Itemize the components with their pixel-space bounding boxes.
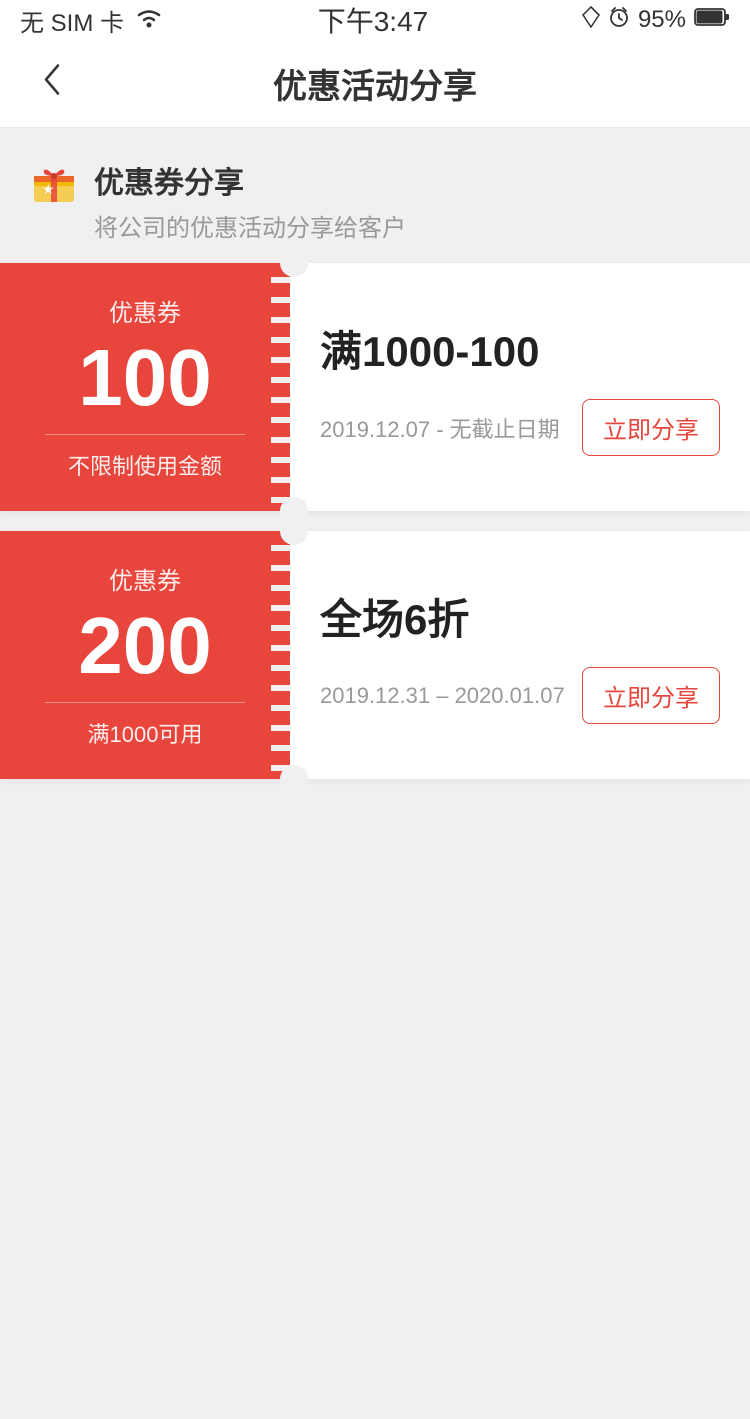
- coupon-card-1: 优惠券 100 不限制使用金额 满1000-100 2019.12.07 - 无…: [0, 263, 750, 511]
- battery-percent: 95%: [638, 6, 686, 34]
- section-text: 优惠券分享 将公司的优惠活动分享给客户: [94, 158, 406, 243]
- coupon-list: 优惠券 100 不限制使用金额 满1000-100 2019.12.07 - 无…: [0, 263, 750, 819]
- section-header: ★ 优惠券分享 将公司的优惠活动分享给客户: [0, 128, 750, 263]
- status-right: 95%: [582, 6, 730, 35]
- coupon-name-2: 全场6折: [320, 586, 720, 647]
- location-icon: [582, 6, 600, 35]
- coupon-condition-1: 不限制使用金额: [68, 449, 222, 481]
- coupon-card-2: 优惠券 200 满1000可用 全场6折 2019.12.31 – 2020.0…: [0, 531, 750, 779]
- coupon-left-2: 优惠券 200 满1000可用: [0, 531, 290, 779]
- coupon-name-1: 满1000-100: [320, 318, 720, 379]
- page-title: 优惠活动分享: [273, 59, 477, 108]
- coupon-amount-2: 200: [78, 606, 211, 686]
- coupon-condition-2: 满1000可用: [88, 717, 203, 749]
- coupon-footer-2: 2019.12.31 – 2020.01.07 立即分享: [320, 667, 720, 724]
- coupon-label-2: 优惠券: [109, 561, 181, 596]
- nav-bar: 优惠活动分享: [0, 40, 750, 128]
- coupon-divider-1: [45, 434, 245, 435]
- coupon-divider-2: [45, 702, 245, 703]
- status-bar: 无 SIM 卡 下午3:47 95: [0, 0, 750, 40]
- coupon-right-1: 满1000-100 2019.12.07 - 无截止日期 立即分享: [290, 263, 750, 511]
- coupon-left-1: 优惠券 100 不限制使用金额: [0, 263, 290, 511]
- section-subtitle: 将公司的优惠活动分享给客户: [94, 208, 406, 243]
- alarm-icon: [608, 6, 630, 35]
- carrier-text: 无 SIM 卡: [20, 3, 124, 38]
- coupon-label-1: 优惠券: [109, 293, 181, 328]
- battery-icon: [694, 6, 730, 34]
- share-button-2[interactable]: 立即分享: [582, 667, 720, 724]
- status-time: 下午3:47: [318, 0, 429, 40]
- coupon-footer-1: 2019.12.07 - 无截止日期 立即分享: [320, 399, 720, 456]
- bottom-area: [0, 819, 750, 1419]
- section-icon: ★: [30, 158, 78, 206]
- status-left: 无 SIM 卡: [20, 3, 164, 38]
- back-button[interactable]: [30, 49, 74, 118]
- coupon-right-2: 全场6折 2019.12.31 – 2020.01.07 立即分享: [290, 531, 750, 779]
- coupon-date-2: 2019.12.31 – 2020.01.07: [320, 683, 582, 709]
- wifi-icon: [134, 6, 164, 35]
- coupon-amount-1: 100: [78, 338, 211, 418]
- section-title: 优惠券分享: [94, 158, 406, 202]
- share-button-1[interactable]: 立即分享: [582, 399, 720, 456]
- svg-text:★: ★: [42, 181, 55, 197]
- coupon-date-1: 2019.12.07 - 无截止日期: [320, 412, 582, 444]
